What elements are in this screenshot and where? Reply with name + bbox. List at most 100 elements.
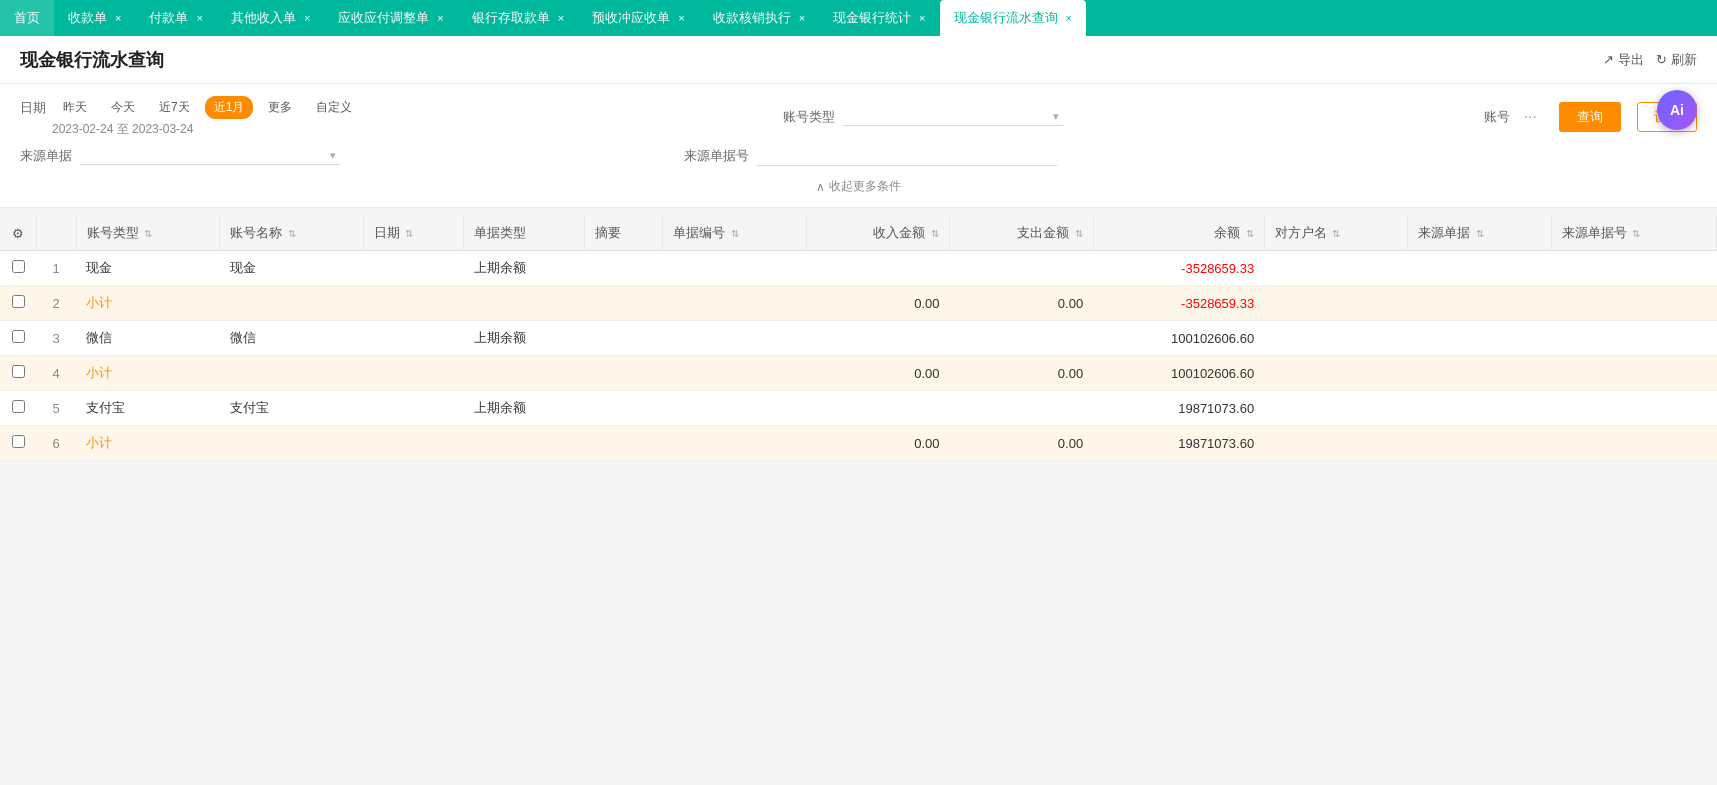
counterpart-cell [1264,251,1408,286]
close-icon[interactable]: × [919,0,925,36]
col-header-counterpart[interactable]: 对方户名 ⇅ [1264,216,1408,251]
nav-item-cash-flow[interactable]: 现金银行流水查询× [940,0,1086,36]
close-icon[interactable]: × [115,0,121,36]
source-doc-num-input[interactable] [757,146,1057,166]
col-header-source_doc[interactable]: 来源单据 ⇅ [1408,216,1552,251]
collapse-bar[interactable]: ∧ 收起更多条件 [20,174,1697,199]
close-icon[interactable]: × [558,0,564,36]
date-option-今天[interactable]: 今天 [102,96,144,119]
date-option-近1月[interactable]: 近1月 [205,96,254,119]
row-select-checkbox[interactable] [12,365,25,378]
table-row: 3微信微信上期余额100102606.60 [0,321,1717,356]
chevron-up-icon: ∧ [816,180,825,194]
summary-cell [585,286,663,321]
collapse-label: 收起更多条件 [829,178,901,195]
row-checkbox[interactable] [0,426,36,461]
row-checkbox[interactable] [0,286,36,321]
row-select-checkbox[interactable] [12,400,25,413]
close-icon[interactable]: × [196,0,202,36]
account-name-cell [220,426,364,461]
doc-type-cell: 上期余额 [464,321,585,356]
account-dots-button[interactable]: ··· [1518,108,1543,126]
close-icon[interactable]: × [304,0,310,36]
data-table: ⚙账号类型 ⇅账号名称 ⇅日期 ⇅单据类型摘要单据编号 ⇅收入金额 ⇅支出金额 … [0,216,1717,461]
refresh-button[interactable]: ↻ 刷新 [1656,51,1697,69]
row-select-checkbox[interactable] [12,435,25,448]
balance-cell: -3528659.33 [1093,286,1264,321]
nav-item-payment[interactable]: 付款单× [135,0,216,36]
chevron-down-icon-2: ▾ [330,149,336,162]
row-select-checkbox[interactable] [12,260,25,273]
col-header-account_name[interactable]: 账号名称 ⇅ [220,216,364,251]
source-doc-cell [1408,391,1552,426]
nav-item-cash-stats[interactable]: 现金银行统计× [819,0,939,36]
row-select-checkbox[interactable] [12,330,25,343]
page-title: 现金银行流水查询 [20,48,164,72]
query-button[interactable]: 查询 [1559,102,1621,132]
col-header-expense[interactable]: 支出金额 ⇅ [950,216,1094,251]
date-option-昨天[interactable]: 昨天 [54,96,96,119]
ai-badge[interactable]: Ai [1657,90,1697,130]
row-checkbox[interactable] [0,356,36,391]
col-header-account_type[interactable]: 账号类型 ⇅ [76,216,220,251]
col-header-source_doc_num[interactable]: 来源单据号 ⇅ [1551,216,1716,251]
col-header-doc_num[interactable]: 单据编号 ⇅ [662,216,806,251]
expense-cell: 0.00 [950,426,1094,461]
balance-cell: 100102606.60 [1093,356,1264,391]
row-number: 1 [36,251,76,286]
sort-icon: ⇅ [1075,228,1083,239]
summary-cell [585,391,663,426]
source-doc-num-cell [1551,426,1716,461]
export-button[interactable]: ↗ 导出 [1603,51,1644,69]
date-option-近7天[interactable]: 近7天 [150,96,199,119]
close-icon[interactable]: × [799,0,805,36]
row-checkbox[interactable] [0,251,36,286]
nav-item-receipt[interactable]: 收款单× [54,0,135,36]
expense-cell: 0.00 [950,286,1094,321]
row-checkbox[interactable] [0,391,36,426]
col-header-date[interactable]: 日期 ⇅ [363,216,463,251]
row-checkbox[interactable] [0,321,36,356]
expense-cell [950,321,1094,356]
col-header-income[interactable]: 收入金额 ⇅ [806,216,950,251]
nav-item-bank-deposit[interactable]: 银行存取款单× [458,0,578,36]
source-doc-cell [1408,321,1552,356]
source-doc-cell [1408,426,1552,461]
account-type-select[interactable]: ▾ [843,108,1063,126]
balance-cell: 100102606.60 [1093,321,1264,356]
col-header-balance[interactable]: 余额 ⇅ [1093,216,1264,251]
source-doc-select[interactable]: ▾ [80,147,340,165]
nav-item-ar-ap-adjust[interactable]: 应收应付调整单× [324,0,457,36]
counterpart-cell [1264,426,1408,461]
income-cell: 0.00 [806,286,950,321]
account-type-cell: 小计 [76,286,220,321]
nav-item-home[interactable]: 首页 [0,0,54,36]
close-icon[interactable]: × [437,0,443,36]
doc-type-cell: 上期余额 [464,251,585,286]
sort-icon: ⇅ [731,228,739,239]
close-icon[interactable]: × [678,0,684,36]
account-type-cell: 小计 [76,426,220,461]
account-type-cell: 现金 [76,251,220,286]
date-option-自定义[interactable]: 自定义 [307,96,361,119]
nav-item-prepayment[interactable]: 预收冲应收单× [578,0,698,36]
date-option-更多[interactable]: 更多 [259,96,301,119]
doc-num-cell [662,251,806,286]
date-cell [363,356,463,391]
sort-icon: ⇅ [1476,228,1484,239]
top-nav: 首页收款单×付款单×其他收入单×应收应付调整单×银行存取款单×预收冲应收单×收款… [0,0,1717,36]
nav-item-other-income[interactable]: 其他收入单× [217,0,324,36]
account-type-cell: 支付宝 [76,391,220,426]
source-doc-num-cell [1551,391,1716,426]
nav-item-writeoff[interactable]: 收款核销执行× [699,0,819,36]
source-doc-label: 来源单据 [20,147,72,165]
col-header-summary: 摘要 [585,216,663,251]
row-select-checkbox[interactable] [12,295,25,308]
close-icon[interactable]: × [1066,0,1072,36]
col-header-row_num [36,216,76,251]
date-cell [363,391,463,426]
source-doc-num-cell [1551,356,1716,391]
filter-row-2: 来源单据 ▾ 来源单据号 [20,146,1697,166]
counterpart-cell [1264,356,1408,391]
table-row: 5支付宝支付宝上期余额19871073.60 [0,391,1717,426]
